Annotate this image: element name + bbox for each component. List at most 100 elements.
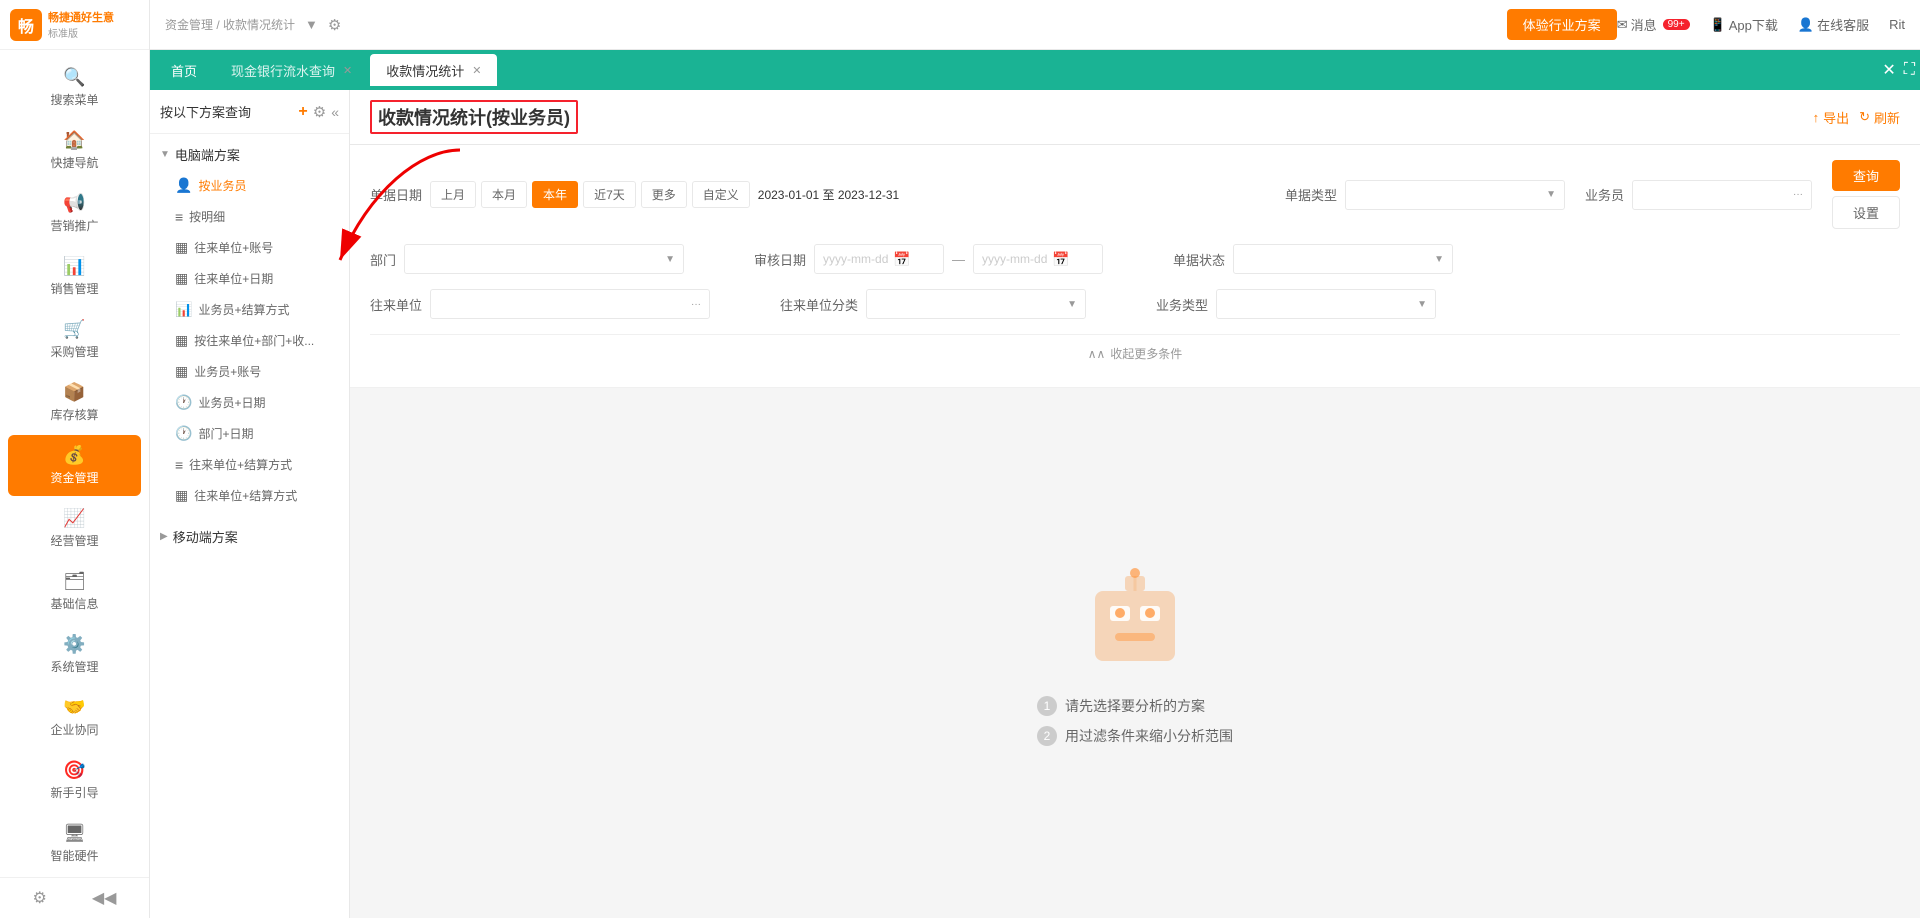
tab-maximize-btn[interactable]: ⛶ bbox=[1904, 61, 1915, 79]
content-area: 收款情况统计(按业务员) ↑ 导出 ↻ 刷新 单据日期 bbox=[350, 90, 1920, 918]
review-date-end[interactable]: yyyy-mm-dd 📅 bbox=[973, 244, 1103, 274]
empty-tip-2: 2 用过滤条件来缩小分析范围 bbox=[1037, 726, 1233, 746]
counterpart-select[interactable]: ··· bbox=[430, 289, 710, 319]
filter-biz-type-item: 业务类型 ▼ bbox=[1156, 289, 1436, 319]
scheme-item-icon-2: ▦ bbox=[175, 239, 188, 256]
scheme-item-icon-5: ▦ bbox=[175, 332, 188, 349]
date-btn-7days[interactable]: 近7天 bbox=[583, 181, 636, 208]
scheme-item-icon-4: 📊 bbox=[175, 301, 192, 318]
date-label: 单据日期 bbox=[370, 185, 422, 204]
settings-btn[interactable]: 设置 bbox=[1832, 196, 1900, 229]
scheme-item-dept-date[interactable]: 🕐 部门+日期 bbox=[150, 418, 349, 449]
scheme-collapse-icon[interactable]: « bbox=[331, 104, 339, 120]
sidebar-item-guide[interactable]: 🎯 新手引导 bbox=[8, 750, 141, 811]
filter-date-item: 单据日期 上月 本月 本年 近7天 更多 自定义 2023-01-01 至 20… bbox=[370, 181, 899, 208]
scheme-item-unit-payment1[interactable]: ≡ 往来单位+结算方式 bbox=[150, 449, 349, 480]
sidebar-settings-btn[interactable]: ⚙ bbox=[33, 888, 47, 908]
message-area[interactable]: ✉ 消息 99+ bbox=[1617, 15, 1690, 34]
scheme-group-desktop: ▼ 电脑端方案 👤 按业务员 ≡ 按明细 ▦ 往来单位+账号 ▦ 往来单位 bbox=[150, 134, 349, 516]
biz-type-select[interactable]: ▼ bbox=[1216, 289, 1436, 319]
export-btn[interactable]: ↑ 导出 bbox=[1813, 108, 1850, 127]
scheme-item-unit-account[interactable]: ▦ 往来单位+账号 bbox=[150, 232, 349, 263]
sidebar-item-hardware[interactable]: 🖥 智能硬件 bbox=[8, 813, 141, 874]
tab-collect-stat[interactable]: 收款情况统计 ✕ bbox=[370, 54, 497, 86]
tab-minimize-btn[interactable]: ✕ bbox=[1882, 60, 1895, 80]
salesman-select[interactable]: ··· bbox=[1632, 180, 1812, 210]
sidebar-item-system[interactable]: ⚙️ 系统管理 bbox=[8, 624, 141, 685]
filter-doc-type-item: 单据类型 ▼ bbox=[1285, 180, 1565, 210]
filter-dept-item: 部门 ▼ bbox=[370, 244, 684, 274]
header-actions: ↑ 导出 ↻ 刷新 bbox=[1813, 108, 1900, 127]
scheme-item-salesman-payment[interactable]: 📊 业务员+结算方式 bbox=[150, 294, 349, 325]
date-btn-more[interactable]: 更多 bbox=[641, 181, 687, 208]
scheme-item-detail[interactable]: ≡ 按明细 bbox=[150, 201, 349, 232]
doc-status-arrow: ▼ bbox=[1434, 254, 1444, 265]
date-btn-this-month[interactable]: 本月 bbox=[481, 181, 527, 208]
tab-home[interactable]: 首页 bbox=[155, 54, 213, 86]
sidebar-item-basic[interactable]: 🗂 基础信息 bbox=[8, 561, 141, 622]
sidebar-item-fund[interactable]: 💰 资金管理 bbox=[8, 435, 141, 496]
scheme-group-mobile: ▶ 移动端方案 bbox=[150, 516, 349, 557]
collapse-up-icon: ∧∧ bbox=[1088, 347, 1106, 361]
scheme-item-salesman-account[interactable]: ▦ 业务员+账号 bbox=[150, 356, 349, 387]
sidebar-bottom: ⚙ ◀◀ bbox=[0, 877, 149, 918]
date-btn-last-month[interactable]: 上月 bbox=[430, 181, 476, 208]
scheme-item-unit-payment2[interactable]: ▦ 往来单位+结算方式 bbox=[150, 480, 349, 511]
system-icon: ⚙️ bbox=[63, 634, 85, 655]
sidebar-item-search-menu[interactable]: 🔍 搜索菜单 bbox=[8, 57, 141, 118]
basic-icon: 🗂 bbox=[63, 571, 86, 592]
scheme-settings-icon[interactable]: ⚙ bbox=[313, 103, 326, 121]
user-area[interactable]: Rit bbox=[1889, 17, 1905, 32]
doc-type-select[interactable]: ▼ bbox=[1345, 180, 1565, 210]
tab-collect-stat-close[interactable]: ✕ bbox=[472, 64, 481, 77]
collapse-bar[interactable]: ∧∧ 收起更多条件 bbox=[370, 334, 1900, 372]
topbar-settings-icon[interactable]: ⚙ bbox=[328, 16, 341, 34]
doc-status-select[interactable]: ▼ bbox=[1233, 244, 1453, 274]
calendar-end-icon: 📅 bbox=[1052, 251, 1069, 268]
biz-type-label: 业务类型 bbox=[1156, 295, 1208, 314]
sidebar-item-sales[interactable]: 📊 销售管理 bbox=[8, 246, 141, 307]
scheme-group-arrow: ▼ bbox=[160, 149, 170, 160]
online-service-area[interactable]: 👤 在线客服 bbox=[1798, 15, 1869, 34]
tab-bank-flow[interactable]: 现金银行流水查询 ✕ bbox=[215, 54, 368, 86]
review-date-start[interactable]: yyyy-mm-dd 📅 bbox=[814, 244, 944, 274]
filter-row-1: 单据日期 上月 本月 本年 近7天 更多 自定义 2023-01-01 至 20… bbox=[370, 160, 1900, 229]
sidebar-collapse-btn[interactable]: ◀◀ bbox=[92, 888, 117, 908]
counterpart-label: 往来单位 bbox=[370, 295, 422, 314]
app-download-area[interactable]: 📱 App下载 bbox=[1710, 15, 1778, 34]
scheme-group-mobile-title[interactable]: ▶ 移动端方案 bbox=[150, 521, 349, 552]
sidebar-item-marketing[interactable]: 📢 营销推广 bbox=[8, 183, 141, 244]
date-btn-custom[interactable]: 自定义 bbox=[692, 181, 750, 208]
sidebar-item-inventory[interactable]: 📦 库存核算 bbox=[8, 372, 141, 433]
doc-type-arrow: ▼ bbox=[1546, 189, 1556, 200]
scheme-item-icon-0: 👤 bbox=[175, 177, 192, 194]
sidebar-item-operation[interactable]: 📈 经营管理 bbox=[8, 498, 141, 559]
filter-counterpart-item: 往来单位 ··· bbox=[370, 289, 710, 319]
topbar-left: 资金管理 / 收款情况统计 ▼ ⚙ bbox=[165, 16, 341, 34]
sidebar-item-quick-nav[interactable]: 🏠 快捷导航 bbox=[8, 120, 141, 181]
content-header: 收款情况统计(按业务员) ↑ 导出 ↻ 刷新 bbox=[350, 90, 1920, 145]
scheme-item-salesman[interactable]: 👤 按业务员 bbox=[150, 170, 349, 201]
scheme-item-salesman-date[interactable]: 🕐 业务员+日期 bbox=[150, 387, 349, 418]
counterpart-category-select[interactable]: ▼ bbox=[866, 289, 1086, 319]
scheme-group-desktop-title[interactable]: ▼ 电脑端方案 bbox=[150, 139, 349, 170]
sales-icon: 📊 bbox=[63, 256, 85, 277]
refresh-btn[interactable]: ↻ 刷新 bbox=[1859, 108, 1900, 127]
date-btn-this-year[interactable]: 本年 bbox=[532, 181, 578, 208]
topbar-right: ✉ 消息 99+ 📱 App下载 👤 在线客服 Rit bbox=[1617, 15, 1905, 34]
query-btn[interactable]: 查询 bbox=[1832, 160, 1900, 191]
scheme-add-icon[interactable]: + bbox=[298, 103, 307, 121]
main-area: 资金管理 / 收款情况统计 ▼ ⚙ 体验行业方案 ✉ 消息 99+ 📱 App下… bbox=[150, 0, 1920, 918]
tab-bank-flow-close[interactable]: ✕ bbox=[343, 64, 352, 77]
scheme-item-unit-dept[interactable]: ▦ 按往来单位+部门+收... bbox=[150, 325, 349, 356]
logo-area: 畅 畅捷通好生意 标准版 bbox=[0, 0, 149, 50]
dept-select[interactable]: ▼ bbox=[404, 244, 684, 274]
breadcrumb-dropdown-icon[interactable]: ▼ bbox=[305, 17, 318, 32]
sidebar-item-corp[interactable]: 🤝 企业协同 bbox=[8, 687, 141, 748]
sidebar-item-purchase[interactable]: 🛒 采购管理 bbox=[8, 309, 141, 370]
scheme-item-unit-date[interactable]: ▦ 往来单位+日期 bbox=[150, 263, 349, 294]
trial-industry-btn[interactable]: 体验行业方案 bbox=[1507, 9, 1617, 40]
date-range-text: 2023-01-01 至 2023-12-31 bbox=[758, 186, 899, 203]
app-icon: 📱 bbox=[1710, 17, 1726, 33]
page-title: 收款情况统计(按业务员) bbox=[370, 100, 578, 134]
